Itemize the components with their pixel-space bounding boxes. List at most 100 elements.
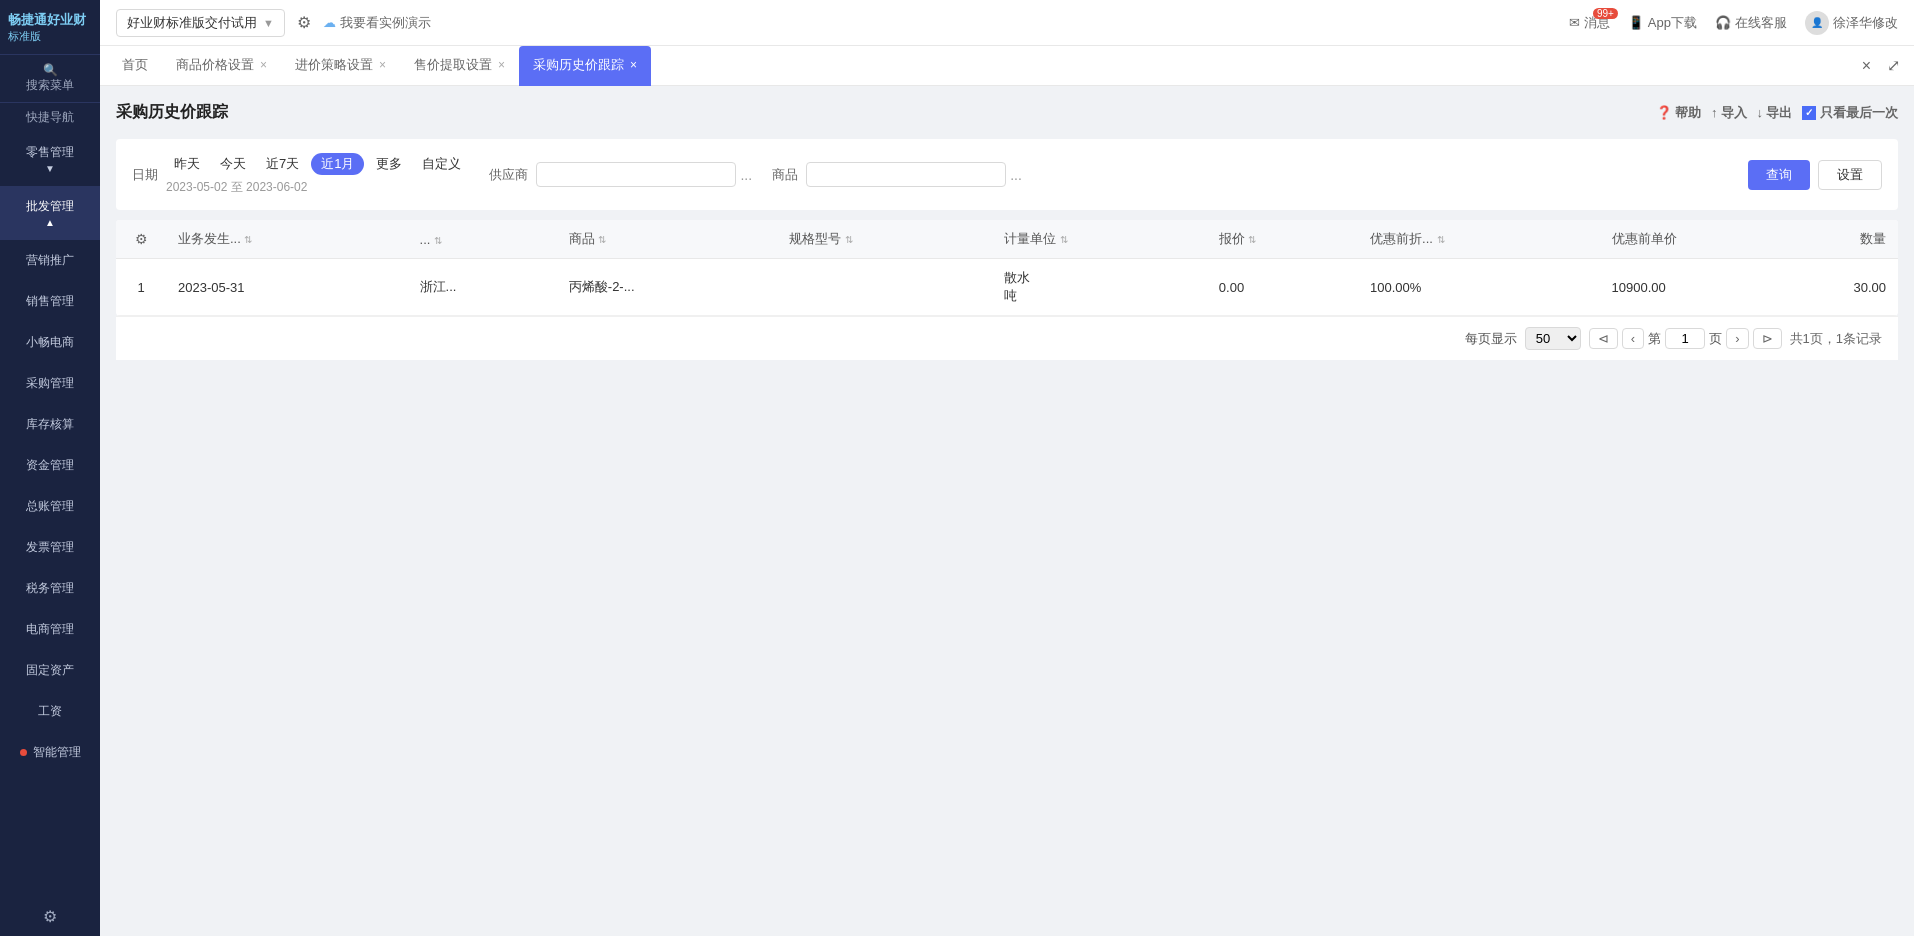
pagination: 每页显示 50 100 200 ⊲ ‹ 第 页 › ⊳ 共1页，1条记录 [116,316,1898,360]
th-price-before: 优惠前单价 [1600,220,1818,259]
tab-price[interactable]: 商品价格设置 × [162,46,281,86]
sidebar-label-ledger: 总账管理 [26,498,74,515]
online-service-label: 在线客服 [1735,14,1787,32]
message-button[interactable]: ✉ 消息 99+ [1569,14,1610,32]
wholesale-arrow: ▲ [45,217,55,228]
page-header: 采购历史价跟踪 ❓ 帮助 ↑ 导入 ↓ 导出 ✓ 只看最后一次 [116,102,1898,123]
tab-history-price[interactable]: 采购历史价跟踪 × [519,46,651,86]
query-button[interactable]: 查询 [1748,160,1810,190]
sidebar-label-tax: 税务管理 [26,580,74,597]
table-row[interactable]: 1 2023-05-31 浙江... 丙烯酸-2-... 散水 吨 0.00 1… [116,259,1898,316]
th-spec: 规格型号 ⇅ [777,220,992,259]
logo-sub: 标准版 [8,29,92,44]
filter-actions: 查询 设置 [1748,160,1882,190]
column-settings-icon[interactable]: ⚙ [135,231,148,247]
app-download-button[interactable]: 📱 App下载 [1628,14,1697,32]
th-gear[interactable]: ⚙ [116,220,166,259]
sidebar-item-finance[interactable]: 资金管理 [0,445,100,486]
sidebar-item-ecom[interactable]: 电商管理 [0,609,100,650]
sidebar-item-wholesale[interactable]: 批发管理 ▲ [0,186,100,240]
sort-quote[interactable]: ⇅ [1248,234,1256,245]
only-last-label: 只看最后一次 [1820,104,1898,122]
page-next-button[interactable]: › [1726,328,1748,349]
sort-product[interactable]: ⇅ [598,234,606,245]
sidebar-item-invoice[interactable]: 发票管理 [0,527,100,568]
th-product: 商品 ⇅ [557,220,777,259]
filter-row: 日期 昨天 今天 近7天 近1月 更多 自定义 2023-05-02 至 202… [132,153,1882,196]
sidebar-item-salary[interactable]: 工资 [0,691,100,732]
online-service-button[interactable]: 🎧 在线客服 [1715,14,1787,32]
sort-spec[interactable]: ⇅ [845,234,853,245]
user-menu[interactable]: 👤 徐泽华修改 [1805,11,1898,35]
cell-date: 2023-05-31 [166,259,408,316]
sort-discount[interactable]: ⇅ [1437,234,1445,245]
tab-sale-price[interactable]: 售价提取设置 × [400,46,519,86]
tab-purchase-strategy-close[interactable]: × [379,58,386,72]
tab-purchase-strategy[interactable]: 进价策略设置 × [281,46,400,86]
sidebar-item-tax[interactable]: 税务管理 [0,568,100,609]
smart-dot [20,749,27,756]
sidebar-item-purchase[interactable]: 采购管理 [0,363,100,404]
sort-col3[interactable]: ⇅ [434,235,442,246]
per-page-select[interactable]: 50 100 200 [1525,327,1581,350]
help-button[interactable]: ❓ 帮助 [1656,104,1701,122]
demo-button[interactable]: ☁ 我要看实例演示 [323,14,431,32]
date-opt-7days[interactable]: 近7天 [258,153,307,175]
only-last-checkbox[interactable]: ✓ 只看最后一次 [1802,104,1898,122]
sidebar-item-smart[interactable]: 智能管理 [0,732,100,773]
product-selector[interactable]: 好业财标准版交付试用 ▼ [116,9,285,37]
supplier-input[interactable] [536,162,736,187]
sidebar-item-inventory[interactable]: 库存核算 [0,404,100,445]
cell-spec [777,259,992,316]
tab-purchase-strategy-label: 进价策略设置 [295,56,373,74]
sidebar-label-quicknav: 快捷导航 [0,109,100,126]
sidebar-item-quicknav[interactable]: 快捷导航 [0,103,100,132]
tab-expand-button[interactable]: ⤢ [1881,54,1906,77]
page-first-button[interactable]: ⊲ [1589,328,1618,349]
date-opt-yesterday[interactable]: 昨天 [166,153,208,175]
settings-icon[interactable]: ⚙ [10,907,90,926]
supplier-dots[interactable]: ... [740,167,752,183]
help-label: 帮助 [1675,104,1701,122]
date-opt-more[interactable]: 更多 [368,153,410,175]
tab-history-price-close[interactable]: × [630,58,637,72]
page-input[interactable] [1665,328,1705,349]
date-opt-1month[interactable]: 近1月 [311,153,364,175]
sidebar-item-ecom-small[interactable]: 小畅电商 [0,322,100,363]
tab-price-close[interactable]: × [260,58,267,72]
sidebar-label-marketing: 营销推广 [26,252,74,269]
sort-unit[interactable]: ⇅ [1060,234,1068,245]
message-icon: ✉ [1569,15,1580,30]
page-nav: ⊲ ‹ 第 页 › ⊳ [1589,328,1782,349]
page-title-text: 采购历史价跟踪 [116,102,228,123]
product-input[interactable] [806,162,1006,187]
page-unit: 页 [1709,330,1722,348]
sidebar-item-assets[interactable]: 固定资产 [0,650,100,691]
retail-arrow: ▼ [45,163,55,174]
tab-close-all-button[interactable]: × [1856,55,1877,77]
sort-date[interactable]: ⇅ [244,234,252,245]
page-prev-button[interactable]: ‹ [1622,328,1644,349]
export-icon: ↓ [1757,105,1764,120]
product-settings-icon[interactable]: ⚙ [297,13,311,32]
product-dots[interactable]: ... [1010,167,1022,183]
th-product-label: 商品 [569,231,595,246]
sidebar-item-ledger[interactable]: 总账管理 [0,486,100,527]
settings-button[interactable]: 设置 [1818,160,1882,190]
tab-sale-price-close[interactable]: × [498,58,505,72]
sidebar-item-marketing[interactable]: 营销推广 [0,240,100,281]
sidebar-item-sales[interactable]: 销售管理 [0,281,100,322]
export-button[interactable]: ↓ 导出 [1757,104,1793,122]
date-opt-today[interactable]: 今天 [212,153,254,175]
tab-home[interactable]: 首页 [108,46,162,86]
sidebar-label-ecom-small: 小畅电商 [26,334,74,351]
tabbar: 首页 商品价格设置 × 进价策略设置 × 售价提取设置 × 采购历史价跟踪 × … [100,46,1914,86]
tab-history-price-label: 采购历史价跟踪 [533,56,624,74]
import-button[interactable]: ↑ 导入 [1711,104,1747,122]
date-opt-custom[interactable]: 自定义 [414,153,469,175]
th-date-label: 业务发生... [178,231,241,246]
sidebar-item-retail[interactable]: 零售管理 ▼ [0,132,100,186]
th-discount: 优惠前折... ⇅ [1358,220,1600,259]
sidebar-item-search[interactable]: 🔍 搜索菜单 [0,55,100,103]
page-last-button[interactable]: ⊳ [1753,328,1782,349]
